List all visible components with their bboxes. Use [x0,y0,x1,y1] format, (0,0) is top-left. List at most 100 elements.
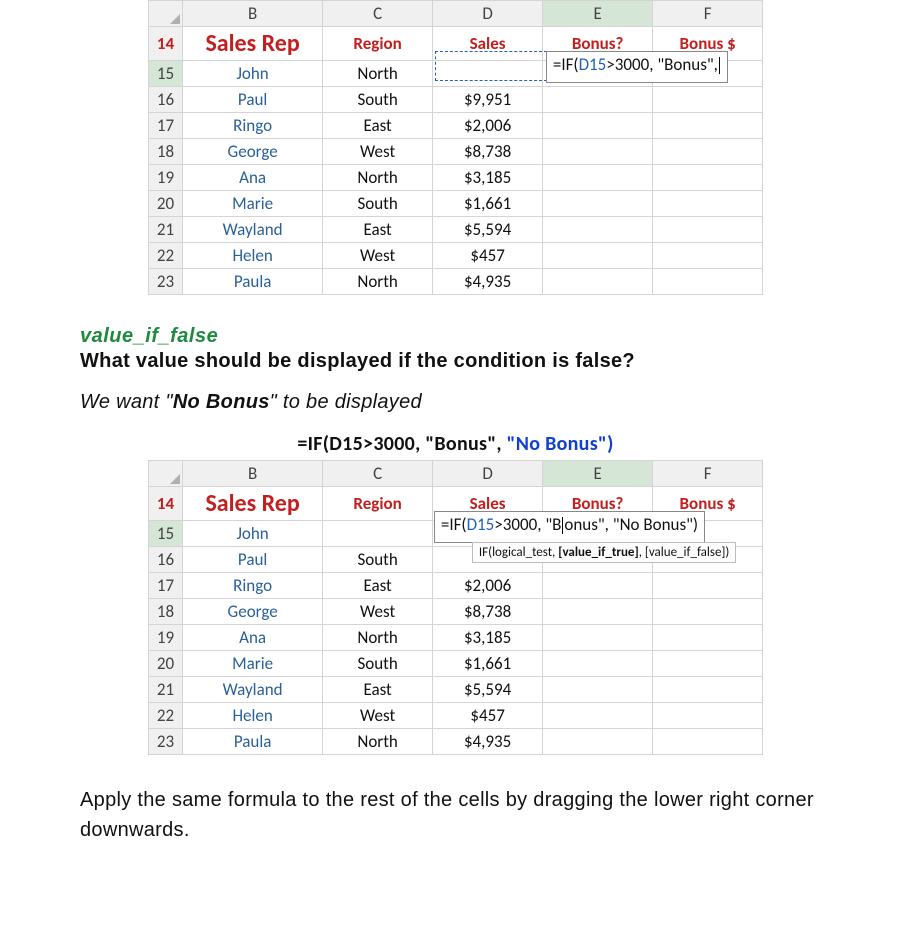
cell-F22[interactable] [653,703,763,729]
hdr-region[interactable]: Region [323,27,433,61]
cell-D20[interactable]: $1,661 [433,651,543,677]
cell-B18[interactable]: George [183,139,323,165]
rowhdr-16[interactable]: 16 [148,547,182,573]
cell-F17[interactable] [653,573,763,599]
rowhdr-17[interactable]: 17 [148,113,182,139]
cell-B19[interactable]: Ana [183,165,323,191]
cell-E18[interactable] [543,139,653,165]
cell-C20[interactable]: South [323,651,433,677]
hdr-sales-rep[interactable]: Sales Rep [183,27,323,61]
cell-C22[interactable]: West [323,703,433,729]
hdr-sales-rep[interactable]: Sales Rep [183,487,323,521]
rowhdr-18[interactable]: 18 [148,139,182,165]
cell-D23[interactable]: $4,935 [433,729,543,755]
cell-E20[interactable] [543,651,653,677]
select-all-corner[interactable] [148,461,182,487]
cell-F23[interactable] [653,269,763,295]
cell-C15[interactable] [323,521,433,547]
spreadsheet-1[interactable]: B C D E F 14 Sales Rep Region Sales Bonu… [148,0,763,295]
cell-D20[interactable]: $1,661 [433,191,543,217]
colhdr-D[interactable]: D [433,461,543,487]
colhdr-E[interactable]: E [543,1,653,27]
rowhdr-16[interactable]: 16 [148,87,182,113]
rowhdr-20[interactable]: 20 [148,191,182,217]
cell-F19[interactable] [653,165,763,191]
spreadsheet-2[interactable]: B C D E F 14 Sales Rep Region Sales Bonu… [148,460,763,755]
cell-E19[interactable] [543,165,653,191]
rowhdr-18[interactable]: 18 [148,599,182,625]
colhdr-D[interactable]: D [433,1,543,27]
cell-B20[interactable]: Marie [183,191,323,217]
rowhdr-22[interactable]: 22 [148,703,182,729]
colhdr-C[interactable]: C [323,1,433,27]
cell-D22[interactable]: $457 [433,243,543,269]
cell-E17[interactable] [543,113,653,139]
colhdr-B[interactable]: B [183,461,323,487]
rowhdr-23[interactable]: 23 [148,729,182,755]
cell-E23[interactable] [543,269,653,295]
cell-E17[interactable] [543,573,653,599]
cell-E16[interactable] [543,87,653,113]
cell-C23[interactable]: North [323,729,433,755]
cell-C19[interactable]: North [323,165,433,191]
rowhdr-20[interactable]: 20 [148,651,182,677]
cell-E22[interactable] [543,703,653,729]
colhdr-E[interactable]: E [543,461,653,487]
cell-B18[interactable]: George [183,599,323,625]
cell-B16[interactable]: Paul [183,87,323,113]
cell-C17[interactable]: East [323,573,433,599]
rowhdr-22[interactable]: 22 [148,243,182,269]
cell-D19[interactable]: $3,185 [433,165,543,191]
cell-F21[interactable] [653,677,763,703]
cell-E21[interactable] [543,677,653,703]
colhdr-F[interactable]: F [653,461,763,487]
cell-D21[interactable]: $5,594 [433,217,543,243]
cell-F19[interactable] [653,625,763,651]
cell-E20[interactable] [543,191,653,217]
cell-D23[interactable]: $4,935 [433,269,543,295]
cell-C19[interactable]: North [323,625,433,651]
rowhdr-19[interactable]: 19 [148,625,182,651]
cell-B21[interactable]: Wayland [183,217,323,243]
hdr-sales[interactable]: Sales [433,27,543,61]
cell-F17[interactable] [653,113,763,139]
cell-E19[interactable] [543,625,653,651]
rowhdr-17[interactable]: 17 [148,573,182,599]
cell-F22[interactable] [653,243,763,269]
cell-F16[interactable] [653,87,763,113]
cell-D17[interactable]: $2,006 [433,573,543,599]
cell-D18[interactable]: $8,738 [433,599,543,625]
cell-B20[interactable]: Marie [183,651,323,677]
cell-D22[interactable]: $457 [433,703,543,729]
rowhdr-14[interactable]: 14 [148,27,182,61]
cell-B15[interactable]: John [183,521,323,547]
rowhdr-14[interactable]: 14 [148,487,182,521]
cell-D15[interactable] [433,61,543,87]
cell-B19[interactable]: Ana [183,625,323,651]
rowhdr-21[interactable]: 21 [148,677,182,703]
rowhdr-19[interactable]: 19 [148,165,182,191]
cell-F23[interactable] [653,729,763,755]
cell-C21[interactable]: East [323,217,433,243]
cell-B23[interactable]: Paula [183,729,323,755]
select-all-corner[interactable] [148,1,182,27]
rowhdr-15[interactable]: 15 [148,521,182,547]
rowhdr-21[interactable]: 21 [148,217,182,243]
cell-B15[interactable]: John [183,61,323,87]
colhdr-C[interactable]: C [323,461,433,487]
cell-F21[interactable] [653,217,763,243]
cell-E21[interactable] [543,217,653,243]
colhdr-F[interactable]: F [653,1,763,27]
cell-C16[interactable]: South [323,87,433,113]
formula-edit-2[interactable]: =IF(D15>3000, "Bonus", "No Bonus") [434,511,705,543]
cell-F18[interactable] [653,139,763,165]
cell-D18[interactable]: $8,738 [433,139,543,165]
cell-C20[interactable]: South [323,191,433,217]
cell-B22[interactable]: Helen [183,703,323,729]
rowhdr-15[interactable]: 15 [148,61,182,87]
cell-B21[interactable]: Wayland [183,677,323,703]
formula-edit-1[interactable]: =IF(D15>3000, "Bonus", [546,51,728,83]
colhdr-B[interactable]: B [183,1,323,27]
cell-C17[interactable]: East [323,113,433,139]
cell-C23[interactable]: North [323,269,433,295]
